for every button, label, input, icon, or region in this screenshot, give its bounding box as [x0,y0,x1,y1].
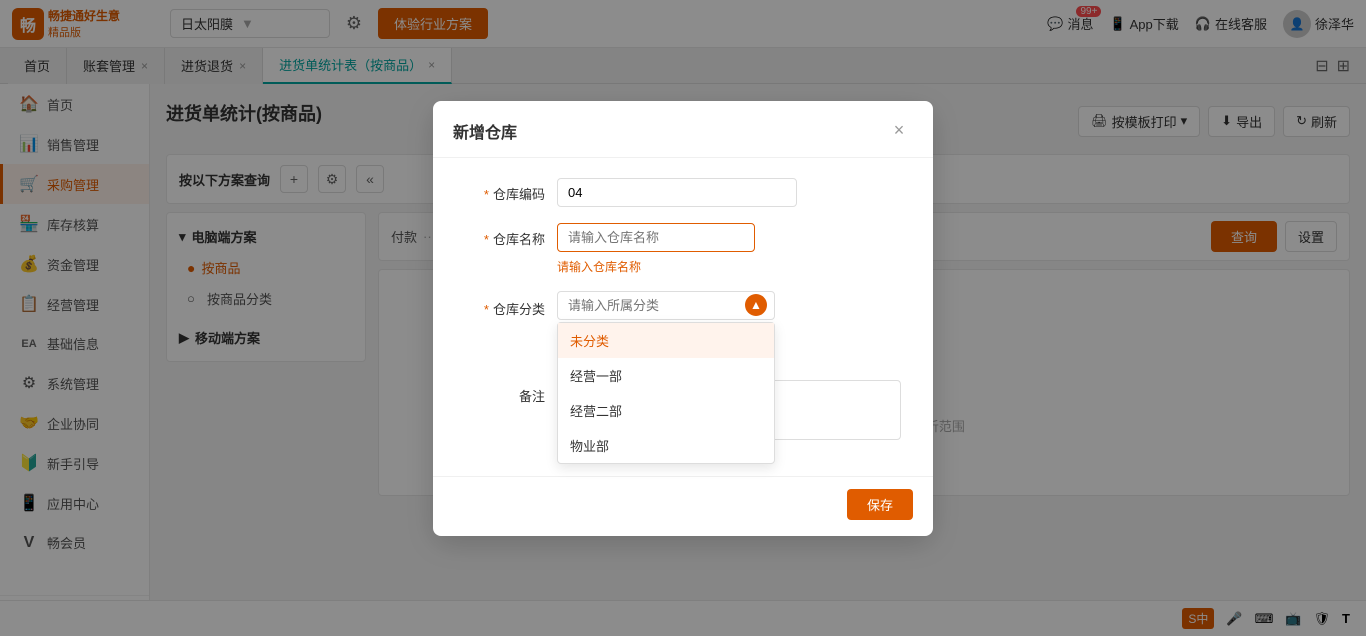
modal-overlay: 新增仓库 × *仓库编码 *仓库名称 [0,0,1366,636]
form-row-category-inner: *仓库分类 ▲ 未分类 经营一部 经营二部 物业部 [465,291,775,320]
category-option-property[interactable]: 物业部 [558,428,774,463]
category-option-dept2[interactable]: 经营二部 [558,393,774,428]
new-warehouse-modal: 新增仓库 × *仓库编码 *仓库名称 [433,101,933,536]
category-dropdown-list: 未分类 经营一部 经营二部 物业部 [557,322,775,464]
category-input[interactable] [557,291,775,320]
modal-close-button[interactable]: × [885,117,913,145]
category-option-unclassified[interactable]: 未分类 [558,323,774,358]
modal-header: 新增仓库 × [433,101,933,158]
code-label: *仓库编码 [465,178,545,203]
name-label: *仓库名称 [465,223,545,252]
name-error-msg: 请输入仓库名称 [557,258,641,275]
save-button[interactable]: 保存 [847,489,913,520]
category-label: *仓库分类 [465,293,545,318]
dropdown-arrow-icon[interactable]: ▲ [745,294,767,316]
form-row-category: *仓库分类 ▲ 未分类 经营一部 经营二部 物业部 [465,291,901,320]
modal-title: 新增仓库 [453,119,517,143]
category-option-dept1[interactable]: 经营一部 [558,358,774,393]
name-error-row: 请输入仓库名称 [465,256,641,275]
form-row-code: *仓库编码 [465,178,901,207]
form-row-name: *仓库名称 请输入仓库名称 [465,223,901,275]
form-row-name-inner: *仓库名称 [465,223,755,252]
code-input[interactable] [557,178,797,207]
modal-footer: 保存 [433,476,933,536]
modal-body: *仓库编码 *仓库名称 请输入仓库名称 [433,158,933,476]
name-input-wrapper [557,223,755,252]
name-input[interactable] [557,223,755,252]
category-dropdown-wrapper: ▲ 未分类 经营一部 经营二部 物业部 [557,291,775,320]
notes-label: 备注 [465,380,545,405]
